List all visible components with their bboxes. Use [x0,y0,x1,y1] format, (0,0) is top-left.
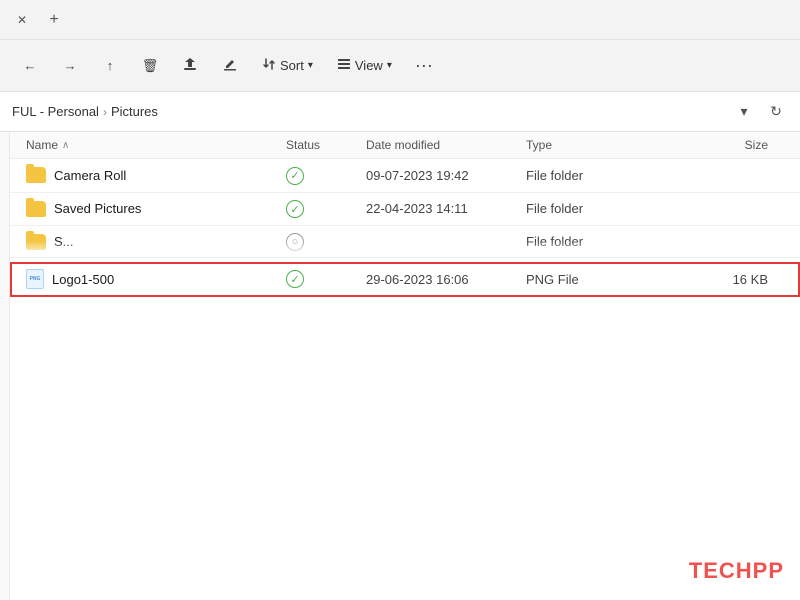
file-date: 09-07-2023 19:42 [366,168,526,183]
png-file-icon [26,269,44,289]
file-type: File folder [526,168,646,183]
more-options-button[interactable]: ··· [406,48,442,84]
share-icon [182,56,198,75]
file-status: ✓ [286,200,366,219]
file-name-cell: Logo1-500 [26,269,286,289]
sort-label: Sort [280,58,304,73]
share-button[interactable] [172,48,208,84]
address-controls: ▾ ↻ [732,100,788,124]
rename-button[interactable] [212,48,248,84]
file-name: Saved Pictures [54,201,141,216]
file-type: PNG File [526,272,646,287]
rename-icon [222,56,238,75]
title-bar: ✕ + [0,0,800,40]
file-status: ○ [286,232,366,251]
view-icon [337,57,351,74]
file-row[interactable]: Camera Roll ✓ 09-07-2023 19:42 File fold… [10,159,800,193]
file-name-cell: Camera Roll [26,167,286,183]
nav-up-button[interactable]: ↑ [92,48,128,84]
dropdown-icon: ▾ [740,103,747,120]
refresh-button[interactable]: ↻ [764,100,788,124]
file-name-cell: Saved Pictures [26,201,286,217]
sort-arrows-icon [262,57,276,74]
folder-icon [26,234,46,250]
status-check-icon: ✓ [286,200,304,218]
sort-button[interactable]: Sort ▾ [252,48,323,84]
status-check-icon: ✓ [286,270,304,288]
sort-chevron-icon: ▾ [308,60,313,71]
new-tab-button[interactable]: + [40,6,68,34]
toolbar: ← → ↑ 🗑 Sort ▾ [0,40,800,92]
sidebar [0,132,10,600]
watermark-text2: PP [753,558,784,583]
col-header-size[interactable]: Size [646,138,784,152]
file-status: ✓ [286,270,366,289]
file-name: S... [54,234,74,249]
view-button[interactable]: View ▾ [327,48,402,84]
status-check-icon: ✓ [286,167,304,185]
sort-arrow-icon: ∧ [62,140,69,151]
view-chevron-icon: ▾ [387,60,392,71]
tab-area: ✕ + [8,6,68,34]
col-header-date[interactable]: Date modified [366,138,526,152]
tab-close-button[interactable]: ✕ [8,6,36,34]
file-name: Camera Roll [54,168,126,183]
nav-back-icon: ← [24,58,37,73]
file-type: File folder [526,234,646,249]
file-area: Name ∧ Status Date modified Type Size Ca… [10,132,800,600]
delete-icon: 🗑 [142,58,159,74]
file-row[interactable]: Saved Pictures ✓ 22-04-2023 14:11 File f… [10,193,800,227]
breadcrumb-part-1[interactable]: FUL - Personal [12,104,99,119]
breadcrumb: FUL - Personal › Pictures [12,104,724,119]
breadcrumb-separator: › [103,105,107,119]
refresh-icon: ↻ [770,103,782,120]
main-layout: Name ∧ Status Date modified Type Size Ca… [0,132,800,600]
column-headers: Name ∧ Status Date modified Type Size [10,132,800,159]
file-name: Logo1-500 [52,272,114,287]
address-dropdown-button[interactable]: ▾ [732,100,756,124]
col-header-type[interactable]: Type [526,138,646,152]
file-date: 22-04-2023 14:11 [366,201,526,216]
file-type: File folder [526,201,646,216]
watermark: TECHPP [689,558,784,584]
folder-icon [26,201,46,217]
file-size: 16 KB [646,272,784,287]
file-row-selected[interactable]: Logo1-500 ✓ 29-06-2023 16:06 PNG File 16… [10,262,800,297]
delete-button[interactable]: 🗑 [132,48,168,84]
address-bar: FUL - Personal › Pictures ▾ ↻ [0,92,800,132]
status-partial-icon: ○ [286,233,304,251]
view-label: View [355,58,383,73]
watermark-text1: TECH [689,558,753,583]
more-options-icon: ··· [415,55,433,76]
folder-icon [26,167,46,183]
col-header-status[interactable]: Status [286,138,366,152]
file-name-cell: S... [26,234,286,250]
breadcrumb-part-2[interactable]: Pictures [111,104,158,119]
file-row[interactable]: S... ○ File folder [10,226,800,258]
file-date: 29-06-2023 16:06 [366,272,526,287]
nav-up-icon: ↑ [107,58,114,73]
nav-forward-button[interactable]: → [52,48,88,84]
nav-back-button[interactable]: ← [12,48,48,84]
nav-forward-icon: → [64,58,77,73]
file-status: ✓ [286,166,366,185]
col-header-name[interactable]: Name ∧ [26,138,286,152]
